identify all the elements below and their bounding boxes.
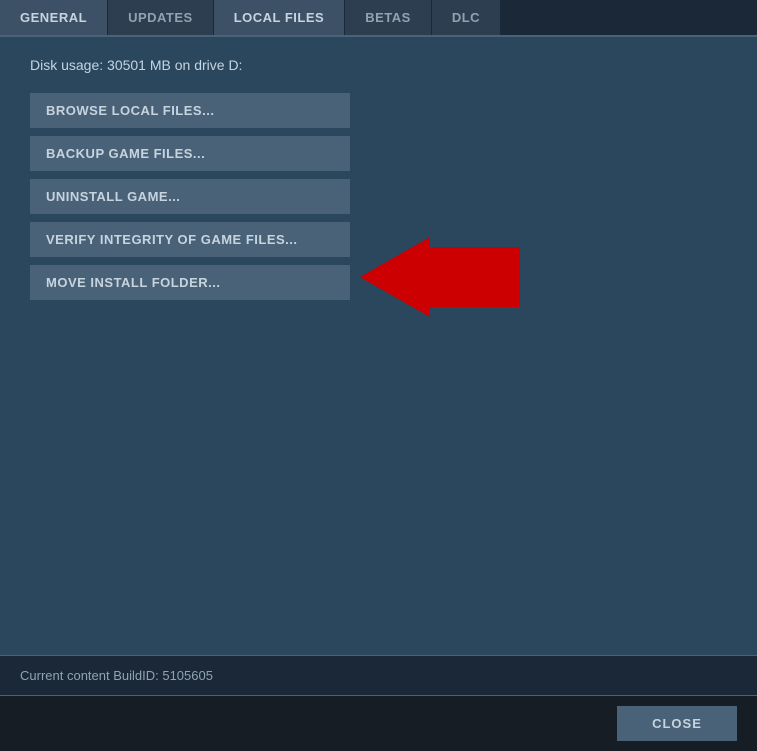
bottom-bar: Current content BuildID: 5105605 xyxy=(0,655,757,695)
move-install-folder-button[interactable]: MOVE INSTALL FOLDER... xyxy=(30,265,350,300)
tab-local-files[interactable]: LOCAL FILES xyxy=(214,0,345,35)
arrow-annotation xyxy=(360,237,520,317)
disk-usage-label: Disk usage: 30501 MB on drive D: xyxy=(30,57,727,73)
local-files-panel: Disk usage: 30501 MB on drive D: BROWSE … xyxy=(0,37,757,655)
close-button[interactable]: CLOSE xyxy=(617,706,737,741)
tab-updates[interactable]: UPDATES xyxy=(108,0,214,35)
tab-betas[interactable]: BETAS xyxy=(345,0,432,35)
steam-properties-window: GENERAL UPDATES LOCAL FILES BETAS DLC Di… xyxy=(0,0,757,751)
verify-integrity-button[interactable]: VERIFY INTEGRITY OF GAME FILES... xyxy=(30,222,350,257)
backup-game-files-button[interactable]: BACKUP GAME FILES... xyxy=(30,136,350,171)
uninstall-game-button[interactable]: UNINSTALL GAME... xyxy=(30,179,350,214)
build-id-label: Current content BuildID: 5105605 xyxy=(20,668,213,683)
tab-general[interactable]: GENERAL xyxy=(0,0,108,35)
footer: CLOSE xyxy=(0,695,757,751)
tab-dlc[interactable]: DLC xyxy=(432,0,501,35)
action-buttons-container: BROWSE LOCAL FILES... BACKUP GAME FILES.… xyxy=(30,93,350,300)
browse-local-files-button[interactable]: BROWSE LOCAL FILES... xyxy=(30,93,350,128)
tab-bar: GENERAL UPDATES LOCAL FILES BETAS DLC xyxy=(0,0,757,37)
content-area: Disk usage: 30501 MB on drive D: BROWSE … xyxy=(0,37,757,695)
